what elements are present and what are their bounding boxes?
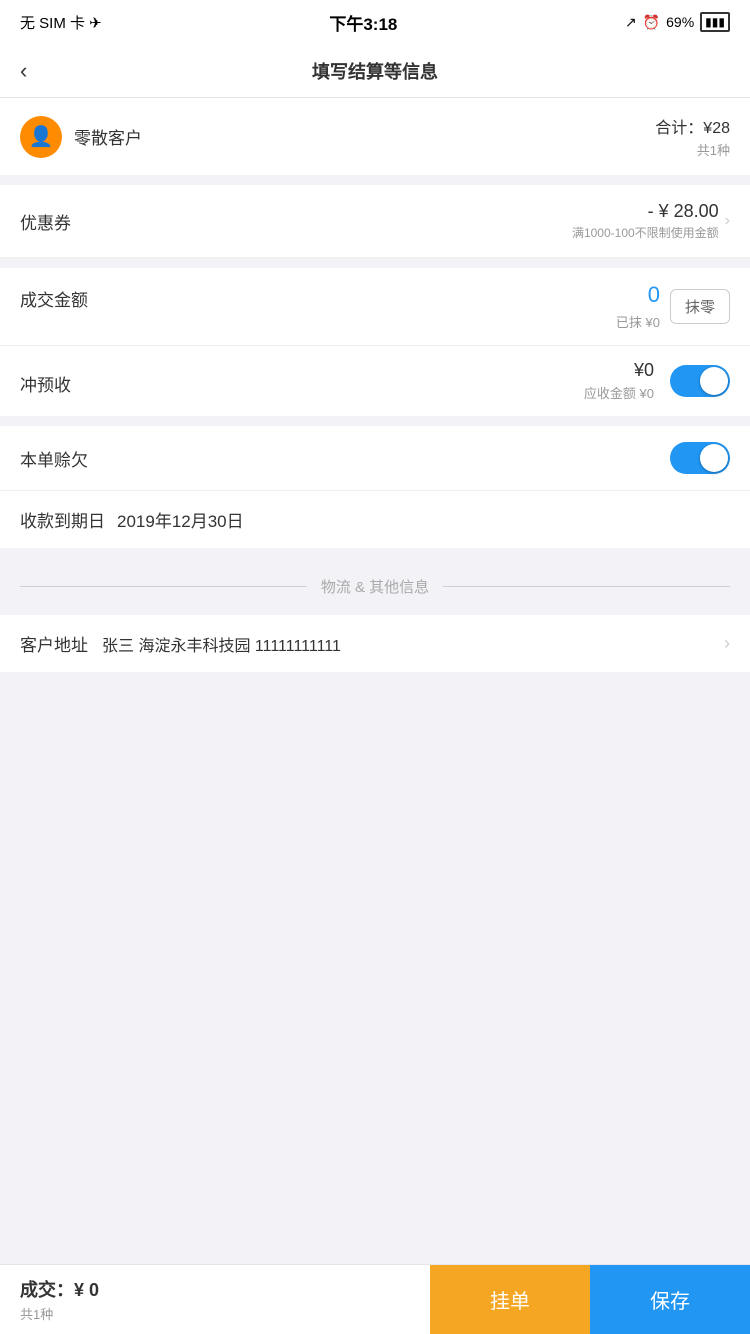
coupon-right: - ¥ 28.00 满1000-100不限制使用金额 › (572, 201, 730, 241)
prepay-sub: 应收金额 ¥0 (584, 383, 654, 402)
back-button[interactable]: ‹ (20, 58, 27, 84)
deal-amount-row: 成交金额 0 已抹 ¥0 抹零 (0, 268, 750, 346)
coupon-section: 优惠券 - ¥ 28.00 满1000-100不限制使用金额 › (0, 185, 750, 258)
logistics-label: 物流 & 其他信息 (307, 576, 443, 597)
due-date-label: 收款到期日 (20, 507, 105, 532)
customer-row: 👤 零散客户 合计：¥28 共1种 (0, 98, 750, 175)
address-section: 客户地址 张三 海淀永丰科技园 11111111111 › (0, 615, 750, 672)
deal-amount-info: 0 已抹 ¥0 (616, 282, 660, 331)
round-zero-button[interactable]: 抹零 (670, 289, 730, 324)
bottom-info: 成交：¥ 0 共1种 (0, 1276, 430, 1323)
customer-right: 合计：¥28 共1种 (655, 114, 730, 159)
bottom-deal-row: 成交：¥ 0 (20, 1276, 410, 1302)
nav-bar: ‹ 填写结算等信息 (0, 44, 750, 98)
deal-amount-label: 成交金额 (20, 282, 88, 311)
deal-amount-value: 0 (616, 282, 660, 308)
divider-line-right (443, 586, 730, 587)
save-button[interactable]: 保存 (590, 1265, 750, 1334)
avatar: 👤 (20, 116, 62, 158)
customer-section: 👤 零散客户 合计：¥28 共1种 (0, 98, 750, 175)
address-chevron-icon: › (724, 633, 730, 654)
bottom-count: 共1种 (20, 1304, 410, 1323)
coupon-row[interactable]: 优惠券 - ¥ 28.00 满1000-100不限制使用金额 › (0, 185, 750, 258)
bottom-deal-value: ¥ 0 (74, 1280, 99, 1300)
coupon-amount: - ¥ 28.00 (572, 201, 719, 222)
bottom-deal-label: 成交： (20, 1280, 74, 1300)
address-label: 客户地址 (20, 631, 88, 656)
customer-name: 零散客户 (74, 124, 142, 149)
divider-line-left (20, 586, 307, 587)
debt-row: 本单赊欠 (0, 426, 750, 491)
toggle-knob (700, 367, 728, 395)
status-left: 无 SIM 卡 ✈ (20, 12, 102, 33)
debt-toggle-knob (700, 444, 728, 472)
total-price: 合计：¥28 (655, 114, 730, 138)
bottom-spacer (0, 682, 750, 762)
address-row[interactable]: 客户地址 张三 海淀永丰科技园 11111111111 › (0, 615, 750, 672)
amount-section: 成交金额 0 已抹 ¥0 抹零 冲预收 ¥0 应收金额 ¥0 (0, 268, 750, 416)
deal-amount-right: 0 已抹 ¥0 抹零 (616, 282, 730, 331)
prepay-info: ¥0 应收金额 ¥0 (584, 360, 654, 402)
prepay-value: ¥0 (584, 360, 654, 381)
hang-button[interactable]: 挂单 (430, 1265, 590, 1334)
due-date-row: 收款到期日 2019年12月30日 (0, 491, 750, 548)
person-icon: 👤 (29, 124, 54, 149)
prepay-label: 冲预收 (20, 367, 71, 396)
deal-amount-sub: 已抹 ¥0 (616, 312, 660, 331)
debt-section: 本单赊欠 收款到期日 2019年12月30日 (0, 426, 750, 548)
no-sim-label: 无 SIM 卡 ✈ (20, 12, 102, 33)
status-time: 下午3:18 (329, 10, 397, 35)
debt-label: 本单赊欠 (20, 446, 88, 471)
battery-icon: ▮▮▮ (700, 12, 730, 32)
bottom-bar: 成交：¥ 0 共1种 挂单 保存 (0, 1264, 750, 1334)
location-icon: ↗ (625, 14, 637, 31)
alarm-icon: ⏰ (643, 14, 660, 31)
page-title: 填写结算等信息 (312, 58, 438, 84)
customer-left: 👤 零散客户 (20, 116, 142, 158)
chevron-right-icon: › (725, 212, 730, 230)
debt-toggle[interactable] (670, 442, 730, 474)
prepay-right: ¥0 应收金额 ¥0 (584, 360, 730, 402)
coupon-info: - ¥ 28.00 满1000-100不限制使用金额 (572, 201, 719, 241)
prepay-toggle[interactable] (670, 365, 730, 397)
coupon-description: 满1000-100不限制使用金额 (572, 224, 719, 241)
address-value: 张三 海淀永丰科技园 11111111111 (102, 632, 716, 656)
total-count: 共1种 (655, 140, 730, 159)
logistics-divider: 物流 & 其他信息 (0, 558, 750, 615)
prepay-row: 冲预收 ¥0 应收金额 ¥0 (0, 346, 750, 416)
status-bar: 无 SIM 卡 ✈ 下午3:18 ↗ ⏰ 69% ▮▮▮ (0, 0, 750, 44)
battery-label: 69% (666, 14, 694, 30)
due-date-value: 2019年12月30日 (117, 507, 244, 532)
coupon-label: 优惠券 (20, 209, 71, 234)
status-right: ↗ ⏰ 69% ▮▮▮ (625, 12, 730, 32)
